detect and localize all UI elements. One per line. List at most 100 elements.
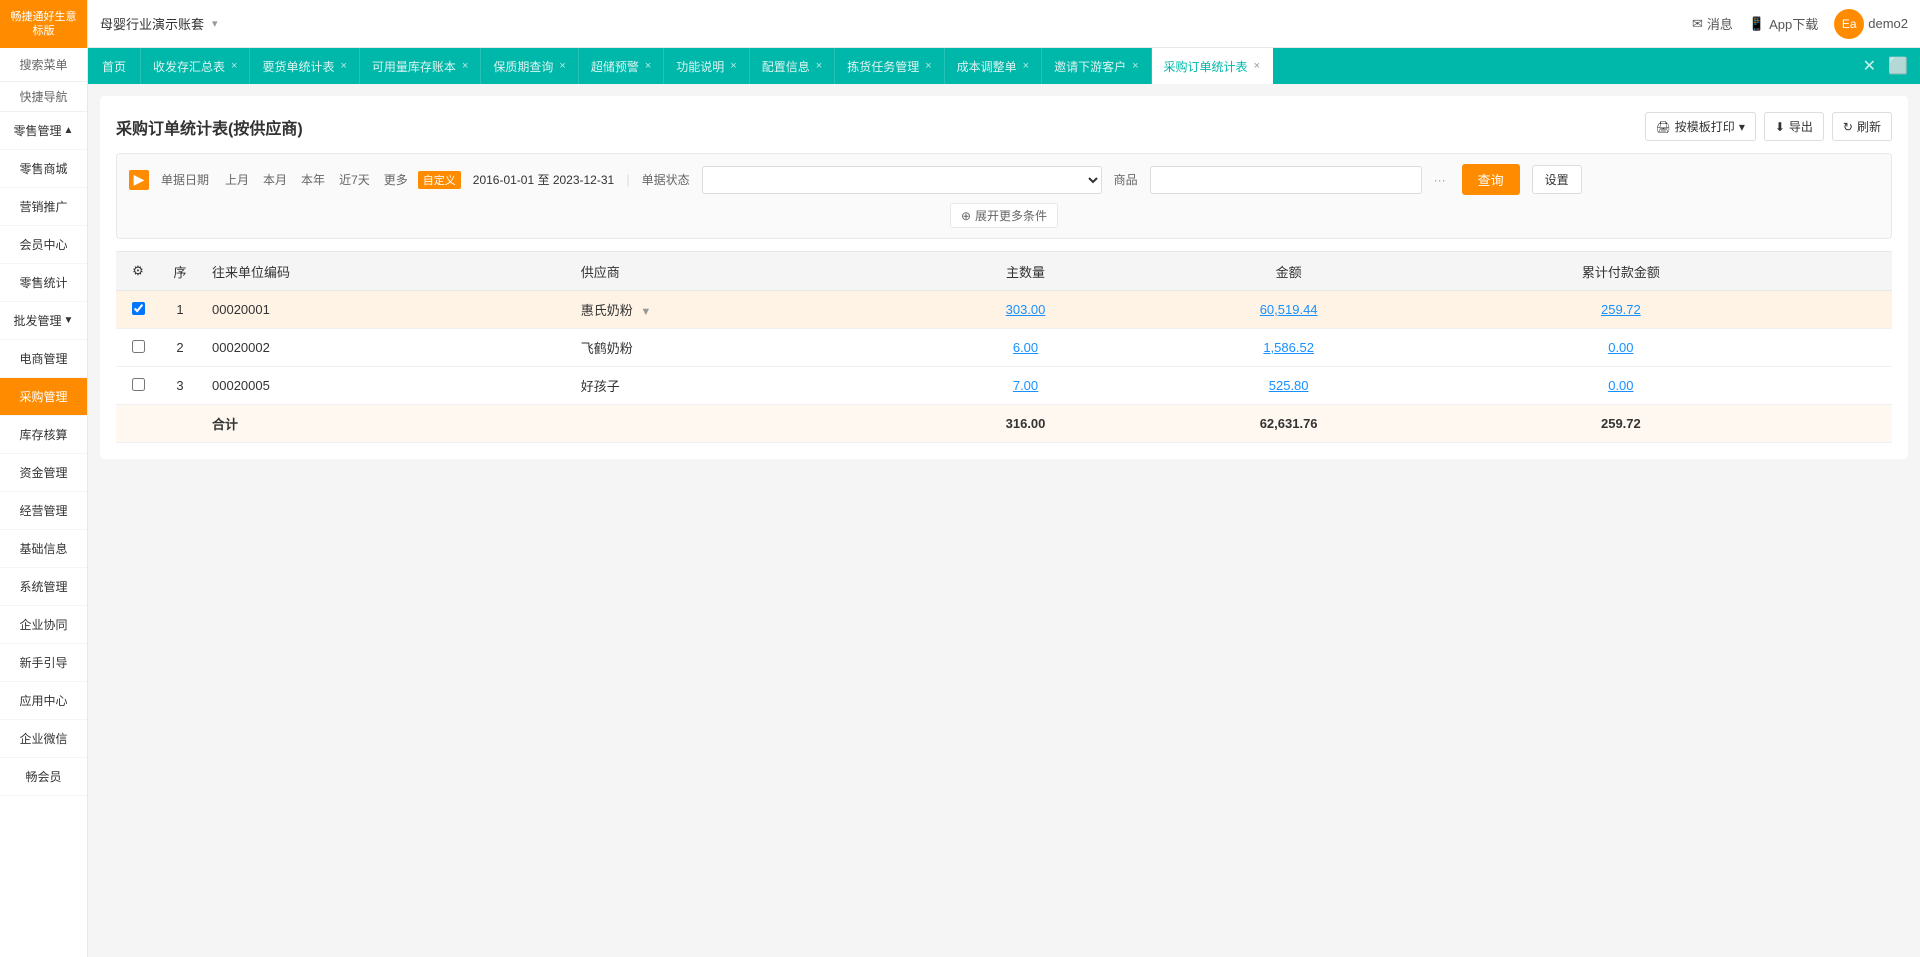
filter-toggle-btn[interactable]: ▶	[129, 170, 149, 190]
row-checkbox-input[interactable]	[132, 378, 145, 391]
header-actions: 🖨 按模板打印 ▾ ⬇ 导出 ↻ 刷新	[1645, 112, 1892, 141]
sidebar-item-basic[interactable]: 基础信息	[0, 530, 87, 568]
tab-order-stats[interactable]: 要货单统计表 ×	[250, 48, 359, 84]
row-paid-amount[interactable]: 0.00	[1437, 329, 1806, 367]
column-settings-icon[interactable]: ⚙	[128, 261, 148, 281]
row-checkbox-input[interactable]	[132, 302, 145, 315]
sidebar-item-newbie[interactable]: 新手引导	[0, 644, 87, 682]
tab-purchase-summary[interactable]: 采购订单统计表 ×	[1152, 48, 1273, 84]
tab-close-all-btn[interactable]: ✕	[1859, 54, 1880, 78]
settings-button[interactable]: 设置	[1532, 165, 1582, 194]
row-checkbox[interactable]	[116, 329, 160, 367]
tab-maximize-btn[interactable]: ⬜	[1884, 54, 1912, 78]
tab-expiry-query[interactable]: 保质期查询 ×	[481, 48, 578, 84]
tab-func-desc[interactable]: 功能说明 ×	[664, 48, 749, 84]
sidebar-item-marketing[interactable]: 营销推广	[0, 188, 87, 226]
expand-more-button[interactable]: ⊕ 展开更多条件	[950, 203, 1058, 228]
row-qty[interactable]: 303.00	[910, 291, 1140, 329]
tab-close-icon[interactable]: ×	[559, 61, 565, 72]
footer-empty-3	[569, 405, 911, 443]
row-checkbox[interactable]	[116, 367, 160, 405]
date-shortcut-7days[interactable]: 近7天	[335, 170, 374, 189]
row-qty[interactable]: 6.00	[910, 329, 1140, 367]
date-shortcut-more[interactable]: 更多	[380, 170, 412, 189]
row-paid-amount[interactable]: 259.72	[1437, 291, 1806, 329]
page-header: 采购订单统计表(按供应商) 🖨 按模板打印 ▾ ⬇ 导出 ↻ 刷新	[116, 112, 1892, 141]
tab-invite-customer[interactable]: 邀请下游客户 ×	[1042, 48, 1151, 84]
sidebar-item-system[interactable]: 系统管理	[0, 568, 87, 606]
tab-pick-task[interactable]: 拣货任务管理 ×	[835, 48, 944, 84]
page-title: 采购订单统计表(按供应商)	[116, 115, 303, 139]
table-row[interactable]: 2 00020002 飞鹤奶粉 6.00 1,586.52 0.00	[116, 329, 1892, 367]
sidebar-item-inventory[interactable]: 库存核算	[0, 416, 87, 454]
tab-close-icon[interactable]: ×	[1254, 61, 1260, 72]
tab-close-icon[interactable]: ×	[925, 61, 931, 72]
col-extra	[1805, 252, 1892, 291]
tab-close-icon[interactable]: ×	[340, 61, 346, 72]
table-row[interactable]: 1 00020001 惠氏奶粉 ▼ 303.00 60,519.44 259.7…	[116, 291, 1892, 329]
sidebar-item-ecommerce[interactable]: 电商管理	[0, 340, 87, 378]
tab-home[interactable]: 首页	[88, 48, 141, 84]
top-bar-actions: ✉ 消息 📱 App下载 Ea demo2	[1692, 9, 1908, 39]
col-paid-amount: 累计付款金额	[1437, 252, 1806, 291]
sidebar-item-wholesale[interactable]: 批发管理 ▼	[0, 302, 87, 340]
col-amount: 金额	[1141, 252, 1437, 291]
query-button[interactable]: 查询	[1462, 164, 1520, 195]
sidebar-item-purchase[interactable]: 采购管理	[0, 378, 87, 416]
goods-more-btn[interactable]: ···	[1430, 171, 1450, 189]
filter-row: ▶ 单据日期 上月 本月 本年 近7天 更多 自定义 2016-01-01 至 …	[129, 164, 1879, 195]
sidebar-item-retail-shop[interactable]: 零售商城	[0, 150, 87, 188]
row-amount[interactable]: 60,519.44	[1141, 291, 1437, 329]
sidebar-search[interactable]: 搜索菜单	[0, 48, 87, 82]
sidebar-item-finance[interactable]: 资金管理	[0, 454, 87, 492]
col-qty: 主数量	[910, 252, 1140, 291]
row-amount[interactable]: 1,586.52	[1141, 329, 1437, 367]
tab-close-icon[interactable]: ×	[730, 61, 736, 72]
date-shortcut-last-month[interactable]: 上月	[221, 170, 253, 189]
sidebar-item-vip[interactable]: 畅会员	[0, 758, 87, 796]
tab-cost-adjust[interactable]: 成本调整单 ×	[945, 48, 1042, 84]
status-select[interactable]	[702, 166, 1102, 194]
row-checkbox-input[interactable]	[132, 340, 145, 353]
tab-close-icon[interactable]: ×	[462, 61, 468, 72]
print-button[interactable]: 🖨 按模板打印 ▾	[1645, 112, 1756, 141]
date-shortcut-this-month[interactable]: 本月	[259, 170, 291, 189]
col-no: 序	[160, 252, 200, 291]
refresh-button[interactable]: ↻ 刷新	[1832, 112, 1892, 141]
date-range-display: 2016-01-01 至 2023-12-31	[473, 171, 614, 188]
row-qty[interactable]: 7.00	[910, 367, 1140, 405]
sidebar-shortcut[interactable]: 快捷导航	[0, 82, 87, 112]
tab-close-icon[interactable]: ×	[1023, 61, 1029, 72]
tab-close-icon[interactable]: ×	[231, 61, 237, 72]
export-button[interactable]: ⬇ 导出	[1764, 112, 1824, 141]
app-download-btn[interactable]: 📱 App下载	[1749, 14, 1818, 33]
sidebar-item-operations[interactable]: 经营管理	[0, 492, 87, 530]
tab-recv-send[interactable]: 收发存汇总表 ×	[141, 48, 250, 84]
sidebar-item-member[interactable]: 会员中心	[0, 226, 87, 264]
sidebar-item-appstore[interactable]: 应用中心	[0, 682, 87, 720]
tab-inventory-book[interactable]: 可用量库存账本 ×	[360, 48, 481, 84]
goods-input[interactable]	[1150, 166, 1422, 194]
row-checkbox[interactable]	[116, 291, 160, 329]
row-no: 2	[160, 329, 200, 367]
tab-overstock[interactable]: 超储预警 ×	[579, 48, 664, 84]
user-menu[interactable]: Ea demo2	[1834, 9, 1908, 39]
tab-close-icon[interactable]: ×	[816, 61, 822, 72]
row-paid-amount[interactable]: 0.00	[1437, 367, 1806, 405]
table-row[interactable]: 3 00020005 好孩子 7.00 525.80 0.00	[116, 367, 1892, 405]
sidebar-item-enterprise[interactable]: 企业协同	[0, 606, 87, 644]
row-amount[interactable]: 525.80	[1141, 367, 1437, 405]
footer-empty-2	[160, 405, 200, 443]
sidebar-item-retail[interactable]: 零售管理 ▲	[0, 112, 87, 150]
tab-config[interactable]: 配置信息 ×	[750, 48, 835, 84]
sidebar-item-wechat[interactable]: 企业微信	[0, 720, 87, 758]
row-extra	[1805, 367, 1892, 405]
tab-close-icon[interactable]: ×	[1132, 61, 1138, 72]
message-btn[interactable]: ✉ 消息	[1692, 14, 1733, 33]
date-shortcut-this-year[interactable]: 本年	[297, 170, 329, 189]
status-filter-label: 单据状态	[642, 171, 690, 188]
expand-arrow-icon[interactable]: ▼	[640, 306, 651, 318]
tab-close-icon[interactable]: ×	[645, 61, 651, 72]
refresh-icon: ↻	[1843, 120, 1853, 134]
sidebar-item-retail-stats[interactable]: 零售统计	[0, 264, 87, 302]
